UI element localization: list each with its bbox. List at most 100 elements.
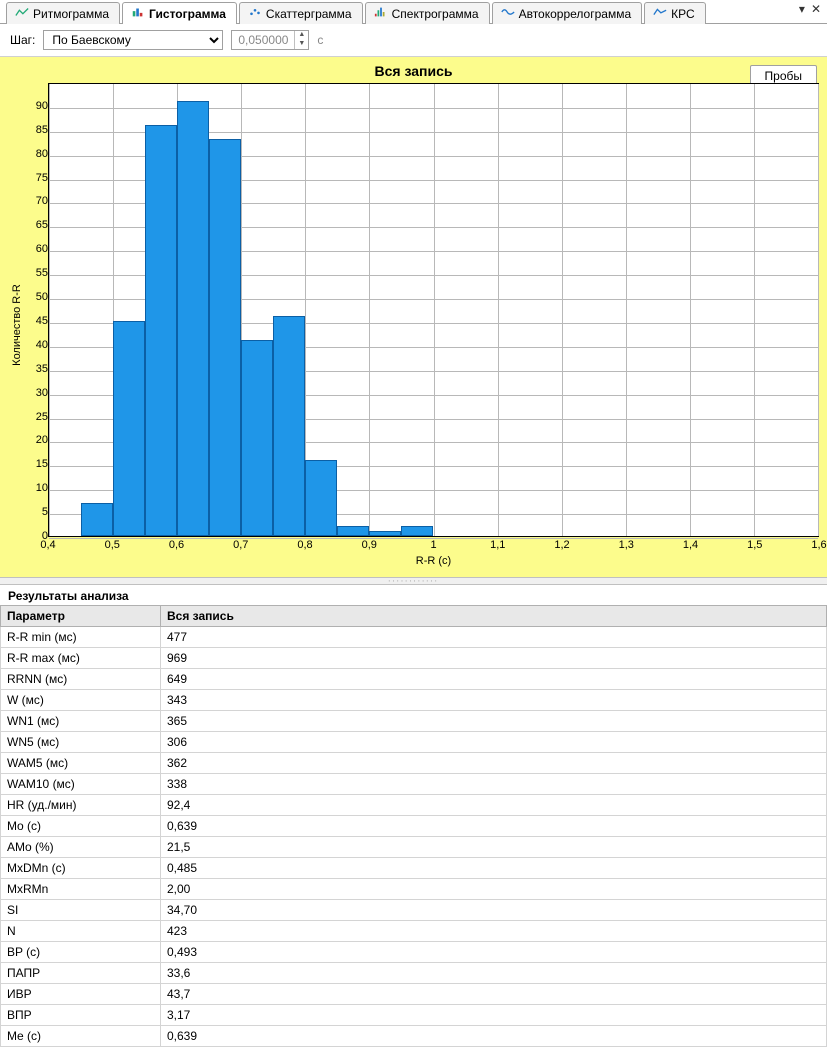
value-cell: 43,7 (161, 984, 827, 1005)
value-cell: 343 (161, 690, 827, 711)
value-cell: 92,4 (161, 795, 827, 816)
histogram-plot[interactable] (48, 83, 819, 537)
param-cell: HR (уд./мин) (1, 795, 161, 816)
table-row: SI34,70 (1, 900, 827, 921)
chart-type-icon (653, 6, 667, 21)
table-row: R-R max (мс)969 (1, 648, 827, 669)
tab-strip: Ритмограмма Гистограмма Скаттерграмма Спект… (0, 0, 827, 24)
histogram-bar[interactable] (81, 503, 113, 536)
y-tick: 75 (36, 173, 48, 184)
step-unit: с (317, 33, 323, 47)
value-cell: 0,639 (161, 816, 827, 837)
tab-ритмограмма[interactable]: Ритмограмма (6, 2, 120, 24)
tab-скаттерграмма[interactable]: Скаттерграмма (239, 2, 363, 24)
param-cell: R-R max (мс) (1, 648, 161, 669)
results-table: Параметр Вся запись R-R min (мс)477R-R m… (0, 605, 827, 1047)
results-title: Результаты анализа (0, 585, 827, 605)
histogram-bar[interactable] (401, 526, 433, 536)
chart-type-icon (501, 6, 515, 21)
tab-label: Спектрограмма (392, 7, 479, 21)
tab-крс[interactable]: КРС (644, 2, 706, 24)
y-tick: 65 (36, 220, 48, 231)
x-tick: 1,6 (811, 539, 826, 551)
histogram-toolbar: Шаг: По Баевскому ▲ ▼ с (0, 24, 827, 57)
histogram-bar[interactable] (241, 340, 273, 536)
tab-автокоррелограмма[interactable]: Автокоррелограмма (492, 2, 643, 24)
param-cell: AMo (%) (1, 837, 161, 858)
x-tick: 1,1 (490, 539, 505, 551)
panel-splitter[interactable]: ∙∙∙∙∙∙∙∙∙∙∙∙ (0, 577, 827, 585)
table-row: AMo (%)21,5 (1, 837, 827, 858)
x-tick: 0,7 (233, 539, 248, 551)
histogram-bar[interactable] (337, 526, 369, 536)
table-row: MxRMn2,00 (1, 879, 827, 900)
param-cell: WAM10 (мс) (1, 774, 161, 795)
histogram-bar[interactable] (113, 321, 145, 536)
value-cell: 0,485 (161, 858, 827, 879)
y-tick: 30 (36, 388, 48, 399)
value-cell: 423 (161, 921, 827, 942)
y-tick: 50 (36, 292, 48, 303)
value-cell: 649 (161, 669, 827, 690)
value-cell: 2,00 (161, 879, 827, 900)
table-row: ИВР43,7 (1, 984, 827, 1005)
spinner-up-icon[interactable]: ▲ (295, 31, 308, 40)
y-tick: 45 (36, 316, 48, 327)
step-value-input[interactable] (232, 31, 294, 49)
tab-спектрограмма[interactable]: Спектрограмма (365, 2, 490, 24)
histogram-bar[interactable] (273, 316, 305, 536)
tab-label: Автокоррелограмма (519, 7, 632, 21)
param-cell: WAM5 (мс) (1, 753, 161, 774)
tab-overflow-controls: ▾ ✕ (799, 2, 821, 16)
param-cell: Me (с) (1, 1026, 161, 1047)
x-tick: 0,5 (105, 539, 120, 551)
histogram-bar[interactable] (145, 125, 177, 536)
step-mode-select[interactable]: По Баевскому (43, 30, 223, 50)
param-cell: R-R min (мс) (1, 627, 161, 648)
param-cell: WN5 (мс) (1, 732, 161, 753)
value-cell: 365 (161, 711, 827, 732)
tab-dropdown-icon[interactable]: ▾ (799, 2, 805, 16)
histogram-bar[interactable] (305, 460, 337, 536)
results-col-param[interactable]: Параметр (1, 606, 161, 627)
tab-гистограмма[interactable]: Гистограмма (122, 2, 237, 24)
value-cell: 969 (161, 648, 827, 669)
y-tick: 70 (36, 196, 48, 207)
tab-close-icon[interactable]: ✕ (811, 2, 821, 16)
histogram-bar[interactable] (209, 139, 241, 536)
tab-label: Скаттерграмма (266, 7, 352, 21)
table-row: WAM10 (мс)338 (1, 774, 827, 795)
y-tick-labels: 908580757065605550454035302520151050 (26, 83, 48, 537)
x-tick: 1,2 (554, 539, 569, 551)
table-row: WN5 (мс)306 (1, 732, 827, 753)
tab-label: Ритмограмма (33, 7, 109, 21)
param-cell: ИВР (1, 984, 161, 1005)
value-cell: 306 (161, 732, 827, 753)
spinner-down-icon[interactable]: ▼ (295, 40, 308, 49)
param-cell: WN1 (мс) (1, 711, 161, 732)
param-cell: SI (1, 900, 161, 921)
histogram-bar[interactable] (369, 531, 401, 536)
table-row: Me (с)0,639 (1, 1026, 827, 1047)
chart-type-icon (374, 6, 388, 21)
x-tick: 0,8 (297, 539, 312, 551)
value-cell: 362 (161, 753, 827, 774)
results-col-value[interactable]: Вся запись (161, 606, 827, 627)
x-axis-label: R-R (с) (48, 553, 819, 567)
tab-label: Гистограмма (149, 7, 226, 21)
value-cell: 34,70 (161, 900, 827, 921)
x-tick: 0,9 (362, 539, 377, 551)
tab-label: КРС (671, 7, 695, 21)
step-value-spinner[interactable]: ▲ ▼ (231, 30, 309, 50)
param-cell: MxDMn (с) (1, 858, 161, 879)
x-tick: 1,4 (683, 539, 698, 551)
param-cell: RRNN (мс) (1, 669, 161, 690)
y-tick: 15 (36, 459, 48, 470)
param-cell: BP (с) (1, 942, 161, 963)
y-tick: 55 (36, 268, 48, 279)
param-cell: N (1, 921, 161, 942)
value-cell: 0,493 (161, 942, 827, 963)
table-row: W (мс)343 (1, 690, 827, 711)
histogram-bar[interactable] (177, 101, 209, 536)
y-tick: 25 (36, 412, 48, 423)
